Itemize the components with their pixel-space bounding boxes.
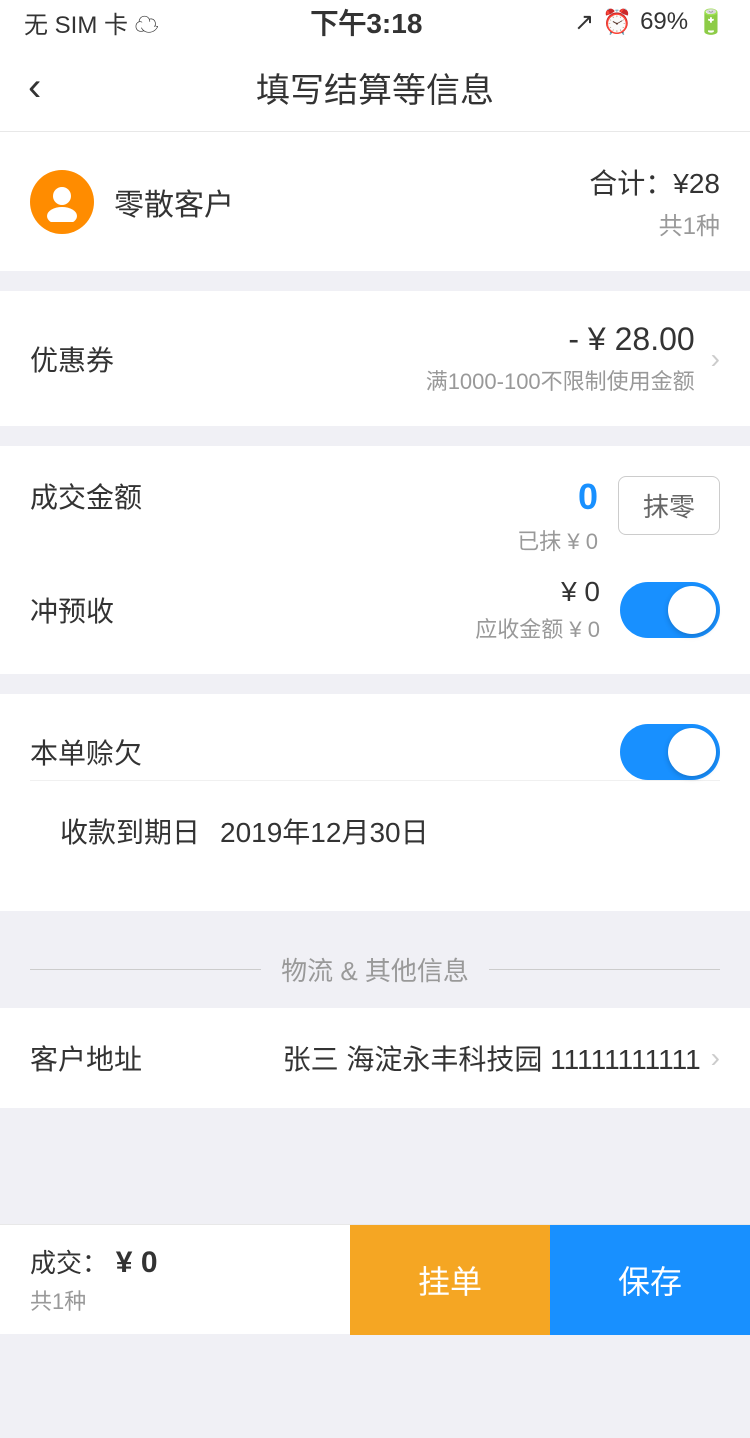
customer-left: 零散客户 bbox=[30, 170, 234, 234]
due-date-value: 2019年12月30日 bbox=[220, 811, 429, 851]
deal-amount-sub: 已抹 ¥ 0 bbox=[517, 524, 598, 556]
sim-label: 无 SIM 卡 ☁ bbox=[24, 5, 159, 40]
debt-label: 本单赊欠 bbox=[30, 732, 142, 772]
coupon-row[interactable]: 优惠券 - ¥ 28.00 满1000-100不限制使用金额 › bbox=[0, 291, 750, 426]
amount-section: 成交金额 0 已抹 ¥ 0 抹零 冲预收 ¥ 0 应收金额 ¥ 0 bbox=[0, 446, 750, 674]
hang-label: 挂单 bbox=[418, 1257, 482, 1303]
status-bar: 无 SIM 卡 ☁ 下午3:18 ↗ ⏰ 69% 🔋 bbox=[0, 0, 750, 44]
hang-button[interactable]: 挂单 bbox=[350, 1225, 550, 1335]
customer-row: 零散客户 合计：¥28 共1种 bbox=[0, 132, 750, 271]
customer-total: 合计：¥28 共1种 bbox=[589, 162, 720, 241]
page-title: 填写结算等信息 bbox=[256, 63, 494, 112]
coupon-value-wrap: - ¥ 28.00 满1000-100不限制使用金额 bbox=[426, 321, 695, 396]
status-left: 无 SIM 卡 ☁ bbox=[24, 5, 159, 40]
debt-toggle-knob bbox=[668, 728, 716, 776]
battery-icon: 🔋 bbox=[696, 8, 726, 37]
customer-section: 零散客户 合计：¥28 共1种 bbox=[0, 132, 750, 271]
debt-row: 本单赊欠 bbox=[30, 724, 720, 780]
deal-amount-value: 0 bbox=[517, 476, 598, 518]
nav-bar: ‹ 填写结算等信息 bbox=[0, 44, 750, 132]
coupon-right: - ¥ 28.00 满1000-100不限制使用金额 › bbox=[426, 321, 720, 396]
prepay-bot-amount: 应收金额 ¥ 0 bbox=[475, 612, 600, 644]
prepay-toggle[interactable] bbox=[620, 582, 720, 638]
debt-section: 本单赊欠 收款到期日 2019年12月30日 bbox=[0, 694, 750, 911]
due-date-label: 收款到期日 bbox=[60, 811, 200, 851]
prepay-top-amount: ¥ 0 bbox=[475, 576, 600, 608]
coupon-value: - ¥ 28.00 bbox=[426, 321, 695, 358]
address-section: 客户地址 张三 海淀永丰科技园 11111111111 › bbox=[0, 1008, 750, 1108]
deal-amount-right: 0 已抹 ¥ 0 抹零 bbox=[517, 476, 720, 556]
address-row[interactable]: 客户地址 张三 海淀永丰科技园 11111111111 › bbox=[0, 1008, 750, 1108]
logistics-line-left bbox=[30, 969, 261, 970]
bottom-info: 成交： ¥ 0 共1种 bbox=[0, 1243, 350, 1316]
location-icon: ↗ bbox=[574, 8, 594, 37]
coupon-label: 优惠券 bbox=[30, 339, 114, 379]
total-count: 共1种 bbox=[589, 206, 720, 241]
chevron-right-icon: › bbox=[711, 343, 720, 375]
bottom-deal-label: 成交： bbox=[30, 1248, 108, 1278]
total-amount: 合计：¥28 bbox=[589, 162, 720, 202]
coupon-section: 优惠券 - ¥ 28.00 满1000-100不限制使用金额 › bbox=[0, 291, 750, 426]
deal-amount-label: 成交金额 bbox=[30, 476, 142, 516]
logistics-label: 物流 & 其他信息 bbox=[261, 951, 489, 988]
deal-amount-wrap: 0 已抹 ¥ 0 bbox=[517, 476, 598, 556]
logistics-header: 物流 & 其他信息 bbox=[0, 931, 750, 1008]
round-zero-button[interactable]: 抹零 bbox=[618, 476, 720, 535]
logistics-line-right bbox=[489, 969, 720, 970]
alarm-icon: ⏰ bbox=[602, 8, 632, 37]
save-label: 保存 bbox=[618, 1257, 682, 1303]
status-time: 下午3:18 bbox=[310, 2, 422, 42]
coupon-sub: 满1000-100不限制使用金额 bbox=[426, 364, 695, 396]
customer-name: 零散客户 bbox=[114, 180, 234, 224]
prepay-row: 冲预收 ¥ 0 应收金额 ¥ 0 bbox=[0, 576, 750, 674]
bottom-count: 共1种 bbox=[30, 1284, 320, 1316]
bottom-deal-line: 成交： ¥ 0 bbox=[30, 1243, 320, 1280]
deal-amount-row: 成交金额 0 已抹 ¥ 0 抹零 bbox=[0, 446, 750, 576]
bottom-deal-amount: ¥ 0 bbox=[116, 1246, 158, 1279]
toggle-knob bbox=[668, 586, 716, 634]
address-value: 张三 海淀永丰科技园 11111111111 bbox=[162, 1038, 701, 1078]
back-button[interactable]: ‹ bbox=[28, 65, 41, 110]
save-button[interactable]: 保存 bbox=[550, 1225, 750, 1335]
address-label: 客户地址 bbox=[30, 1038, 142, 1078]
battery-label: 69% bbox=[640, 8, 688, 36]
person-icon bbox=[42, 182, 82, 222]
status-right: ↗ ⏰ 69% 🔋 bbox=[574, 8, 726, 37]
address-chevron-icon: › bbox=[711, 1042, 720, 1074]
prepay-label: 冲预收 bbox=[30, 590, 114, 630]
prepay-right: ¥ 0 应收金额 ¥ 0 bbox=[475, 576, 720, 644]
debt-toggle[interactable] bbox=[620, 724, 720, 780]
due-date-row[interactable]: 收款到期日 2019年12月30日 bbox=[30, 780, 720, 881]
bottom-bar: 成交： ¥ 0 共1种 挂单 保存 bbox=[0, 1224, 750, 1334]
customer-avatar bbox=[30, 170, 94, 234]
prepay-amounts: ¥ 0 应收金额 ¥ 0 bbox=[475, 576, 600, 644]
